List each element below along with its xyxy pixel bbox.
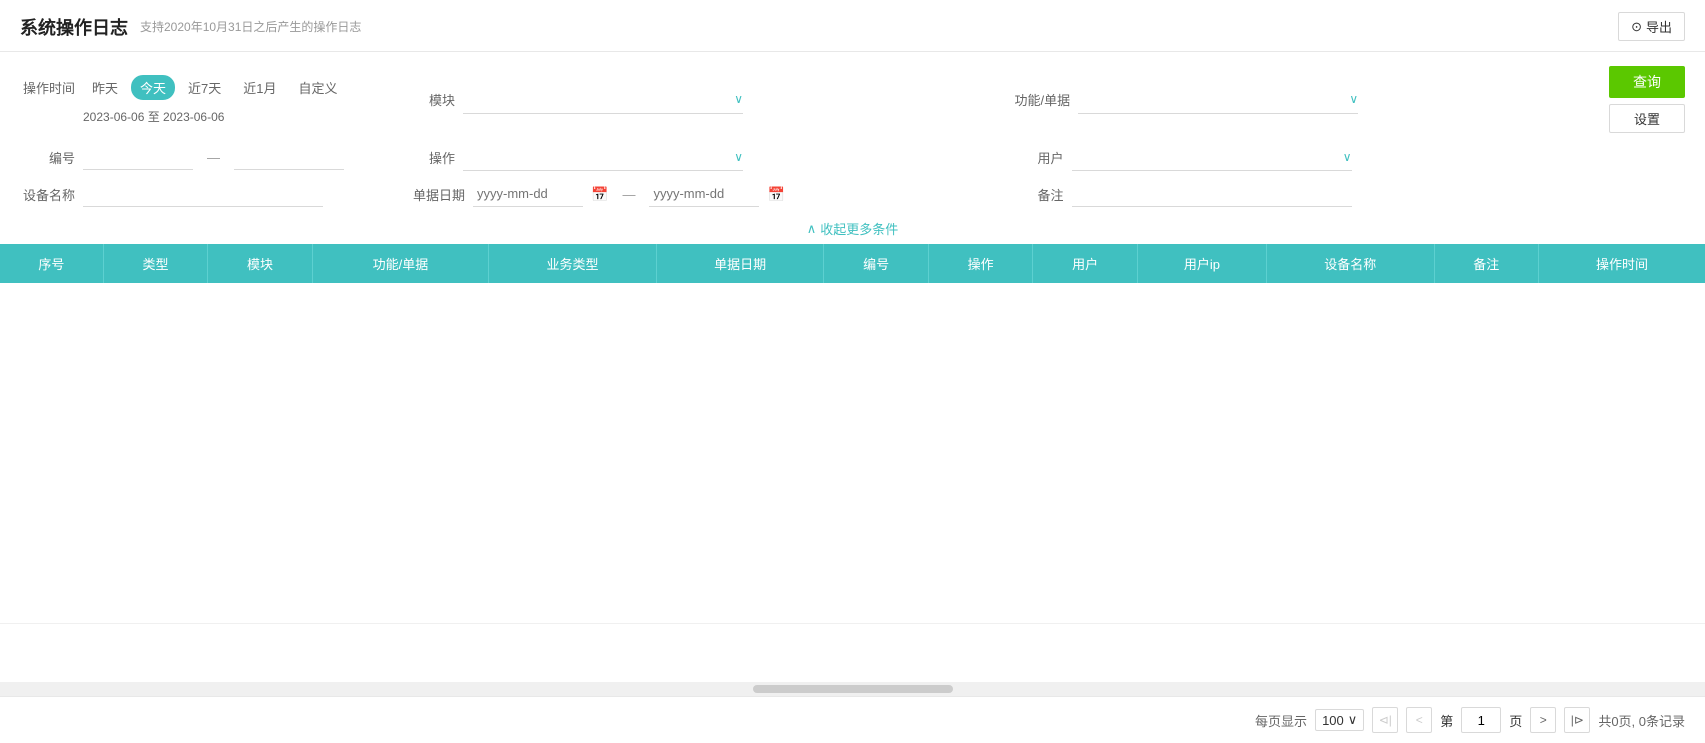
collapse-label: 收起更多条件 — [820, 219, 898, 238]
page-size-select[interactable]: 100 ∨ — [1315, 709, 1364, 731]
operation-chevron-icon: ∨ — [734, 150, 743, 164]
col-operation: 操作 — [928, 244, 1032, 283]
horizontal-scrollbar[interactable] — [0, 682, 1705, 696]
page-size-label: 每页显示 — [1255, 711, 1307, 730]
time-btn-7days[interactable]: 近7天 — [179, 75, 230, 100]
collapse-chevron-icon: ∧ — [807, 221, 817, 237]
code-label: 编号 — [20, 148, 75, 167]
data-table: 序号 类型 模块 功能/单据 业务类型 单据日期 编号 操作 用户 用户ip 设… — [0, 244, 1705, 624]
export-icon: ⊙ — [1631, 19, 1642, 35]
page-unit: 页 — [1509, 711, 1522, 730]
operation-select[interactable]: ∨ — [463, 143, 743, 171]
last-page-button[interactable]: |⊳ — [1564, 707, 1590, 733]
data-table-area: 序号 类型 模块 功能/单据 业务类型 单据日期 编号 操作 用户 用户ip 设… — [0, 244, 1705, 682]
time-label: 操作时间 — [20, 78, 75, 97]
func-select[interactable]: ∨ — [1078, 86, 1358, 114]
user-chevron-icon: ∨ — [1343, 150, 1352, 164]
page-number-input[interactable] — [1461, 707, 1501, 733]
date-to-input[interactable] — [649, 181, 759, 207]
prev-page-button[interactable]: < — [1406, 707, 1432, 733]
collapse-bar[interactable]: ∧ 收起更多条件 — [20, 215, 1685, 244]
col-type: 类型 — [103, 244, 207, 283]
table-body — [0, 283, 1705, 623]
col-remark: 备注 — [1434, 244, 1538, 283]
time-filter-group: 昨天 今天 近7天 近1月 自定义 — [83, 75, 347, 100]
func-label: 功能/单据 — [1015, 90, 1071, 109]
col-code: 编号 — [824, 244, 928, 283]
remark-label: 备注 — [1009, 185, 1064, 204]
page-label: 第 — [1440, 711, 1453, 730]
col-module: 模块 — [208, 244, 312, 283]
user-label: 用户 — [1009, 148, 1064, 167]
first-page-button[interactable]: ⊲| — [1372, 707, 1398, 733]
code-dash: — — [207, 150, 220, 165]
user-select[interactable]: ∨ — [1072, 143, 1352, 171]
device-label: 设备名称 — [20, 185, 75, 204]
date-from-input[interactable] — [473, 181, 583, 207]
module-label: 模块 — [400, 90, 455, 109]
code-to-input[interactable] — [234, 144, 344, 170]
date-dash: — — [622, 187, 635, 202]
pagination-bar: 每页显示 100 ∨ ⊲| < 第 页 > |⊳ 共0页, 0条记录 — [0, 696, 1705, 743]
col-user: 用户 — [1033, 244, 1137, 283]
col-device: 设备名称 — [1266, 244, 1434, 283]
col-biz-type: 业务类型 — [489, 244, 657, 283]
export-button[interactable]: ⊙ 导出 — [1618, 12, 1685, 41]
col-func: 功能/单据 — [312, 244, 488, 283]
code-from-input[interactable] — [83, 144, 193, 170]
page-total: 共0页, 0条记录 — [1598, 711, 1685, 730]
time-btn-today[interactable]: 今天 — [131, 75, 175, 100]
col-user-ip: 用户ip — [1137, 244, 1266, 283]
remark-input[interactable] — [1072, 181, 1352, 207]
col-seq: 序号 — [0, 244, 103, 283]
voucher-date-label: 单据日期 — [400, 185, 465, 204]
col-voucher-date: 单据日期 — [656, 244, 824, 283]
date-range-display: 2023-06-06 至 2023-06-06 — [83, 108, 224, 125]
empty-row — [0, 283, 1705, 623]
time-btn-custom[interactable]: 自定义 — [290, 75, 347, 100]
operation-label: 操作 — [400, 148, 455, 167]
export-label: 导出 — [1646, 17, 1672, 36]
module-chevron-icon: ∨ — [734, 92, 743, 106]
time-btn-1month[interactable]: 近1月 — [234, 75, 285, 100]
module-select[interactable]: ∨ — [463, 86, 743, 114]
func-chevron-icon: ∨ — [1349, 92, 1358, 106]
page-size-value: 100 — [1322, 713, 1344, 728]
cal-to-icon[interactable]: 📅 — [767, 186, 784, 203]
page-subtitle: 支持2020年10月31日之后产生的操作日志 — [140, 18, 361, 35]
page-title: 系统操作日志 — [20, 14, 128, 40]
query-button[interactable]: 查询 — [1609, 66, 1685, 98]
next-page-button[interactable]: > — [1530, 707, 1556, 733]
device-input[interactable] — [83, 181, 323, 207]
page-size-chevron-icon: ∨ — [1348, 712, 1358, 728]
time-btn-yesterday[interactable]: 昨天 — [83, 75, 127, 100]
settings-button[interactable]: 设置 — [1609, 104, 1685, 133]
table-header-row: 序号 类型 模块 功能/单据 业务类型 单据日期 编号 操作 用户 用户ip 设… — [0, 244, 1705, 283]
col-op-time: 操作时间 — [1539, 244, 1705, 283]
scroll-thumb[interactable] — [753, 685, 953, 693]
cal-from-icon[interactable]: 📅 — [591, 186, 608, 203]
